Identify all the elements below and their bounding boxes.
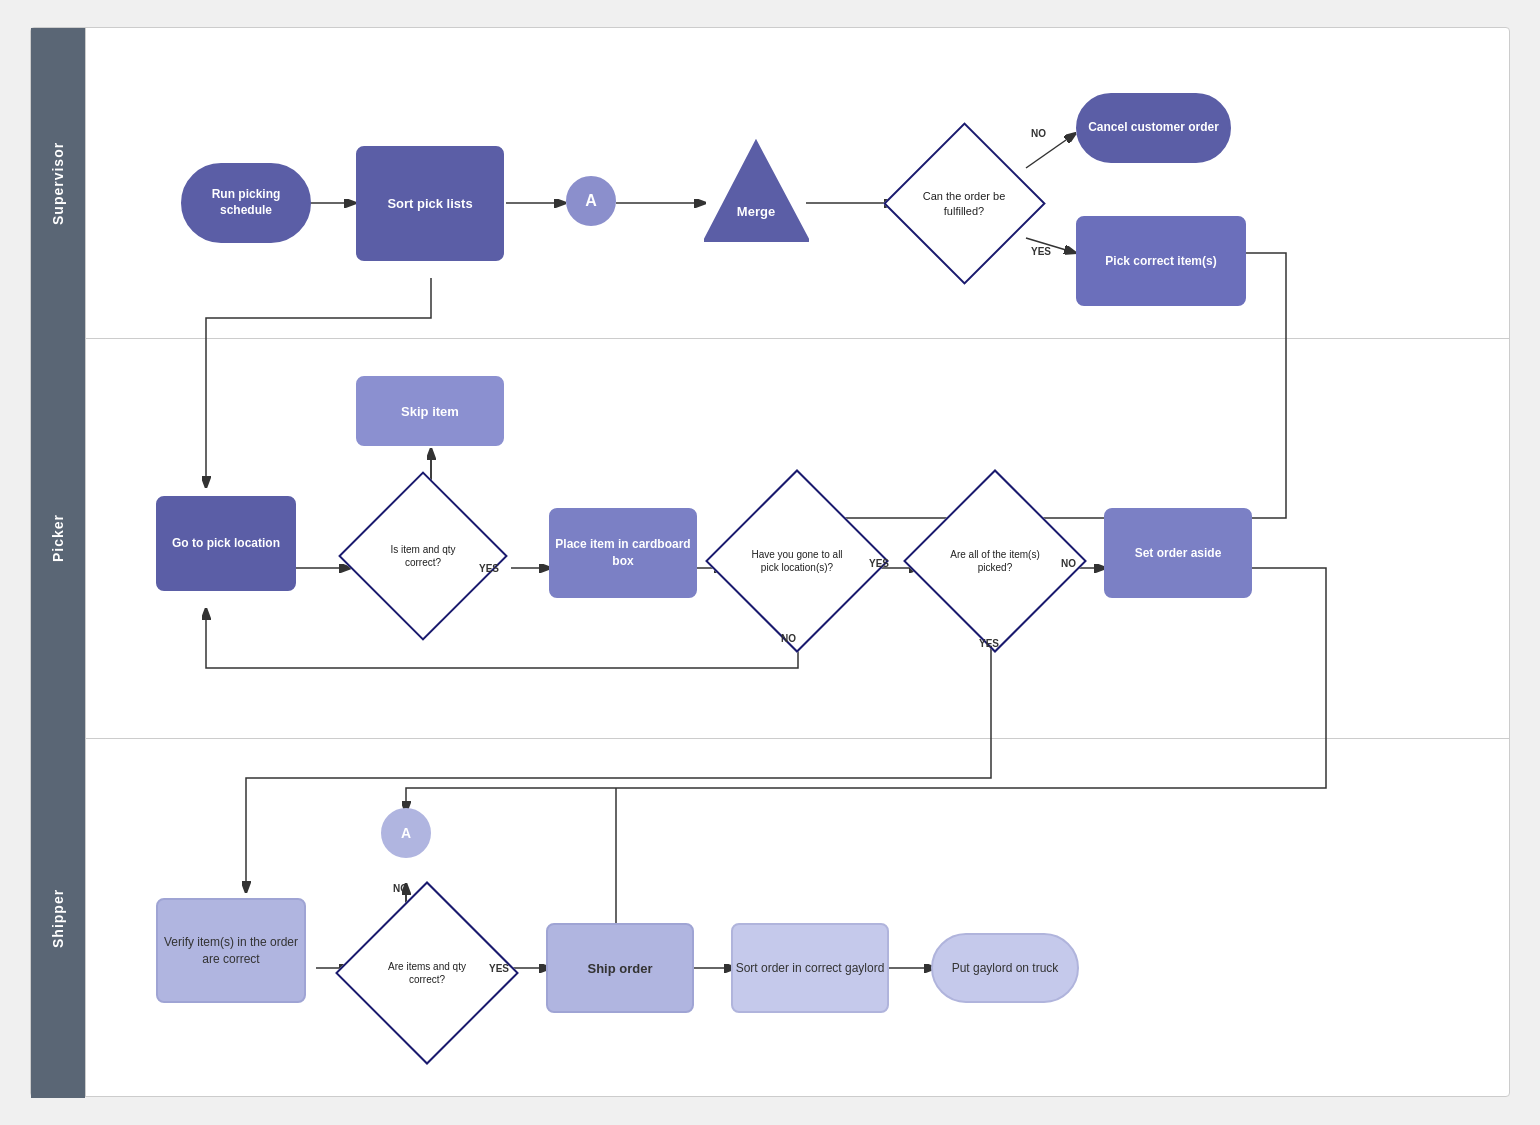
connector-a-top: A: [566, 176, 616, 226]
lane-picker: Picker: [31, 338, 85, 738]
verify-items-node: Verify item(s) in the order are correct: [156, 898, 306, 1003]
merge-triangle-svg: Merge: [704, 136, 809, 246]
are-items-qty-node: Are items and qty correct?: [346, 908, 508, 1038]
put-gaylord-node: Put gaylord on truck: [931, 933, 1079, 1003]
lane-supervisor: Supervisor: [31, 28, 85, 338]
run-picking-node: Run picking schedule: [181, 163, 311, 243]
lane-shipper: Shipper: [31, 738, 85, 1098]
no-label-3: NO: [781, 633, 796, 644]
gone-all-pick-node: Have you gone to all pick location(s)?: [716, 496, 878, 626]
cancel-order-node: Cancel customer order: [1076, 93, 1231, 163]
all-picked-node: Are all of the item(s) picked?: [914, 496, 1076, 626]
ship-order-node: Ship order: [546, 923, 694, 1013]
pick-correct-node: Pick correct item(s): [1076, 216, 1246, 306]
is-item-qty-node: Is item and qty correct?: [349, 496, 497, 616]
set-order-aside-node: Set order aside: [1104, 508, 1252, 598]
svg-marker-19: [704, 141, 809, 241]
yes-label-1: YES: [1031, 246, 1051, 257]
no-label-5: NO: [393, 883, 408, 894]
sort-pick-lists-node: Sort pick lists: [356, 146, 504, 261]
swim-lanes: Supervisor Picker Shipper: [31, 28, 86, 1096]
sort-gaylord-node: Sort order in correct gaylord: [731, 923, 889, 1013]
yes-label-3: YES: [869, 558, 889, 569]
svg-text:Merge: Merge: [737, 204, 775, 219]
yes-label-2: YES: [479, 563, 499, 574]
no-label-1: NO: [1031, 128, 1046, 139]
place-item-node: Place item in cardboard box: [549, 508, 697, 598]
yes-label-4: YES: [979, 638, 999, 649]
can-order-node: Can the order be fulfilled?: [894, 146, 1034, 261]
merge-node: Merge: [704, 136, 809, 246]
diagram-container: Supervisor Picker Shipper: [30, 27, 1510, 1097]
flow-area: Run picking schedule Sort pick lists A M…: [86, 28, 1509, 1096]
yes-label-5: YES: [489, 963, 509, 974]
no-label-4: NO: [1061, 558, 1076, 569]
go-pick-node: Go to pick location: [156, 496, 296, 591]
skip-item-node: Skip item: [356, 376, 504, 446]
connector-a-bottom: A: [381, 808, 431, 858]
